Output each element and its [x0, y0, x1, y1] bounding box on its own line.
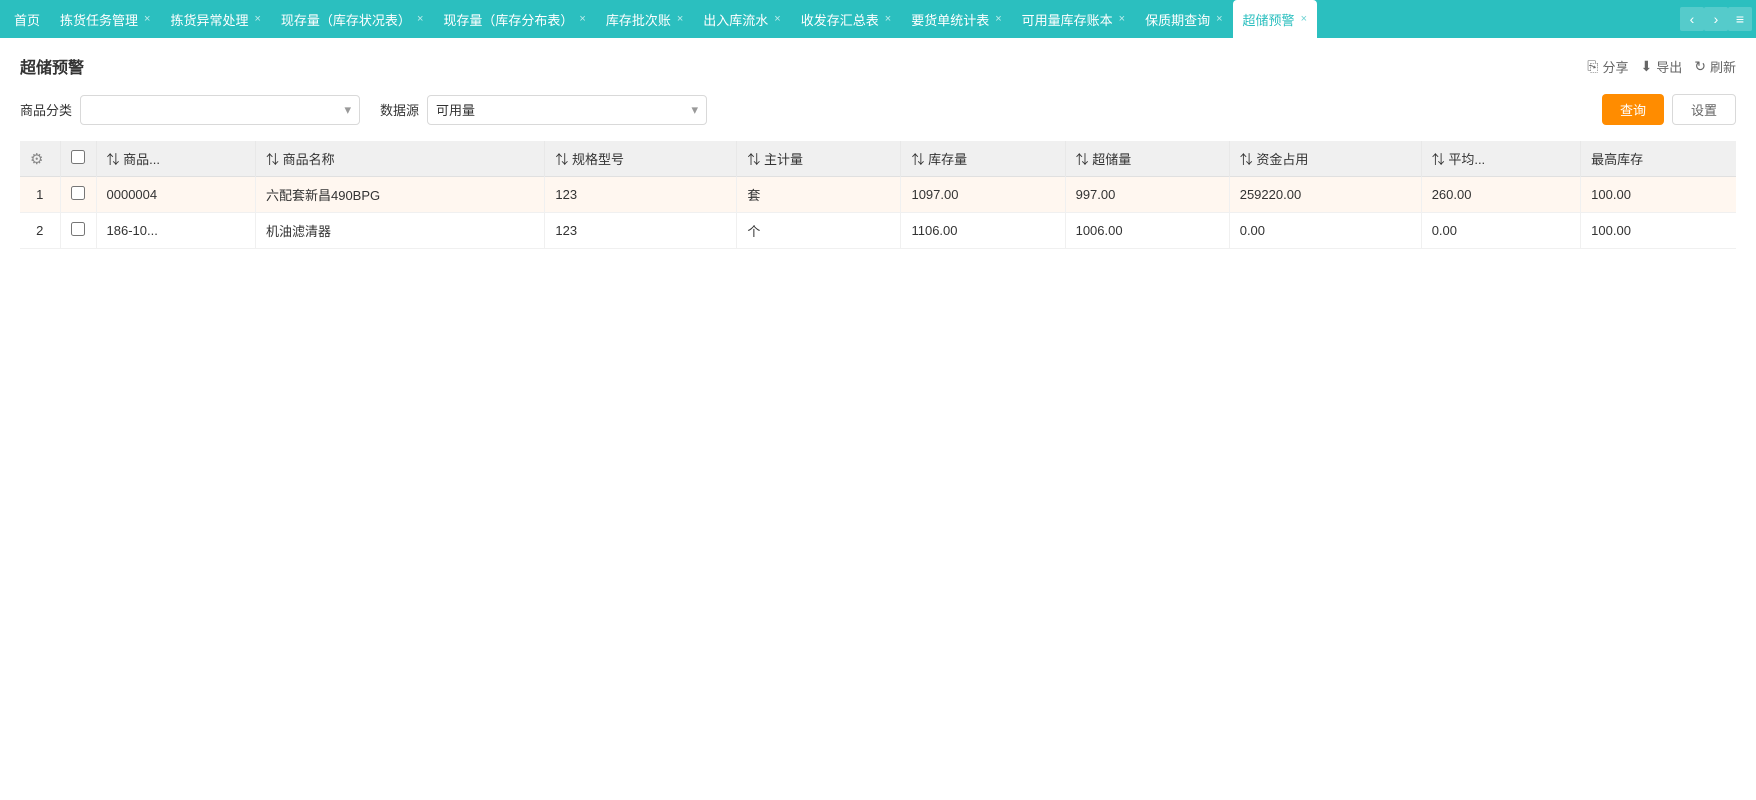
product-code-cell: 0000004: [96, 177, 255, 213]
col-max-stock-header[interactable]: 最高库存: [1581, 141, 1736, 177]
data-source-label: 数据源: [380, 100, 419, 119]
query-button[interactable]: 查询: [1602, 94, 1664, 125]
data-source-select[interactable]: 可用量 ▾: [427, 95, 707, 125]
max-stock-cell: 100.00: [1581, 213, 1736, 249]
row-index: 2: [20, 213, 60, 249]
nav-item-collect-send[interactable]: 收发存汇总表 ×: [791, 0, 901, 38]
main-content: 超储预警 ⎘ 分享 ⬇ 导出 ↻ 刷新 商品分类 ▾ 数据源: [0, 38, 1756, 800]
col-spec-header[interactable]: ⇅ 规格型号: [545, 141, 737, 177]
col-checkbox-header[interactable]: [60, 141, 96, 177]
filter-row: 商品分类 ▾ 数据源 可用量 ▾ 查询 设置: [20, 94, 1736, 125]
export-icon: ⬇: [1641, 58, 1653, 75]
spec-cell: 123: [545, 213, 737, 249]
nav-item-overstock-warning[interactable]: 超储预警 ×: [1233, 0, 1317, 38]
col-overstock-header[interactable]: ⇅ 超储量: [1065, 141, 1229, 177]
table-row: 1 0000004 六配套新昌490BPG 123 套 1097.00 997.…: [20, 177, 1736, 213]
select-all-checkbox[interactable]: [71, 150, 85, 164]
close-icon[interactable]: ×: [144, 13, 150, 25]
capital-cell: 0.00: [1229, 213, 1421, 249]
close-icon[interactable]: ×: [1216, 13, 1222, 25]
nav-item-batch[interactable]: 库存批次账 ×: [596, 0, 693, 38]
table-row: 2 186-10... 机油滤清器 123 个 1106.00 1006.00 …: [20, 213, 1736, 249]
chevron-down-icon: ▾: [344, 102, 351, 118]
refresh-button[interactable]: ↻ 刷新: [1694, 57, 1736, 76]
row-checkbox-cell[interactable]: [60, 213, 96, 249]
data-table: ⚙ ⇅ 商品... ⇅ 商品名称 ⇅ 规格型号 ⇅: [20, 141, 1736, 249]
close-icon[interactable]: ×: [774, 13, 780, 25]
export-button[interactable]: ⬇ 导出: [1641, 57, 1683, 76]
nav-item-quality-check[interactable]: 保质期查询 ×: [1135, 0, 1232, 38]
nav-item-inventory-dist[interactable]: 现存量（库存分布表） ×: [433, 0, 595, 38]
page-title: 超储预警: [20, 54, 84, 78]
spec-cell: 123: [545, 177, 737, 213]
nav-item-home[interactable]: 首页: [4, 0, 50, 38]
page-header: 超储预警 ⎘ 分享 ⬇ 导出 ↻ 刷新: [20, 54, 1736, 78]
nav-more-button[interactable]: ≡: [1728, 7, 1752, 31]
row-index: 1: [20, 177, 60, 213]
close-icon[interactable]: ×: [1301, 13, 1307, 25]
close-icon[interactable]: ×: [677, 13, 683, 25]
col-stock-header[interactable]: ⇅ 库存量: [901, 141, 1065, 177]
row-checkbox[interactable]: [71, 222, 85, 236]
filter-actions: 查询 设置: [1602, 94, 1736, 125]
close-icon[interactable]: ×: [995, 13, 1001, 25]
data-source-filter: 数据源 可用量 ▾: [380, 95, 707, 125]
product-name-cell: 机油滤清器: [255, 213, 544, 249]
col-setting-header[interactable]: ⚙: [20, 141, 60, 177]
product-category-select[interactable]: ▾: [80, 95, 360, 125]
capital-cell: 259220.00: [1229, 177, 1421, 213]
data-source-value: 可用量: [436, 100, 475, 119]
nav-item-inout-flow[interactable]: 出入库流水 ×: [693, 0, 790, 38]
nav-item-task-mgmt[interactable]: 拣货任务管理 ×: [50, 0, 160, 38]
product-category-label: 商品分类: [20, 100, 72, 119]
share-button[interactable]: ⎘ 分享: [1587, 57, 1628, 76]
close-icon[interactable]: ×: [254, 13, 260, 25]
max-stock-cell: 100.00: [1581, 177, 1736, 213]
col-product-code-header[interactable]: ⇅ 商品...: [96, 141, 255, 177]
unit-cell: 套: [737, 177, 901, 213]
chevron-down-icon: ▾: [692, 102, 699, 118]
refresh-icon: ↻: [1694, 58, 1706, 75]
product-category-filter: 商品分类 ▾: [20, 95, 360, 125]
avg-cell: 260.00: [1421, 177, 1580, 213]
col-avg-header[interactable]: ⇅ 平均...: [1421, 141, 1580, 177]
share-icon: ⎘: [1587, 58, 1598, 75]
stock-cell: 1106.00: [901, 213, 1065, 249]
overstock-cell: 997.00: [1065, 177, 1229, 213]
nav-next-button[interactable]: ›: [1704, 7, 1728, 31]
nav-item-abnormal[interactable]: 拣货异常处理 ×: [160, 0, 270, 38]
nav-prev-button[interactable]: ‹: [1680, 7, 1704, 31]
col-product-name-header[interactable]: ⇅ 商品名称: [255, 141, 544, 177]
close-icon[interactable]: ×: [579, 13, 585, 25]
settings-button[interactable]: 设置: [1672, 94, 1736, 125]
table-header-row: ⚙ ⇅ 商品... ⇅ 商品名称 ⇅ 规格型号 ⇅: [20, 141, 1736, 177]
close-icon[interactable]: ×: [885, 13, 891, 25]
overstock-cell: 1006.00: [1065, 213, 1229, 249]
col-capital-header[interactable]: ⇅ 资金占用: [1229, 141, 1421, 177]
gear-icon[interactable]: ⚙: [30, 151, 43, 168]
row-checkbox-cell[interactable]: [60, 177, 96, 213]
product-code-cell: 186-10...: [96, 213, 255, 249]
stock-cell: 1097.00: [901, 177, 1065, 213]
nav-arrows: ‹ › ≡: [1680, 7, 1752, 31]
topbar: 首页 拣货任务管理 × 拣货异常处理 × 现存量（库存状况表） × 现存量（库存…: [0, 0, 1756, 38]
col-unit-header[interactable]: ⇅ 主计量: [737, 141, 901, 177]
header-actions: ⎘ 分享 ⬇ 导出 ↻ 刷新: [1587, 57, 1736, 76]
product-name-cell: 六配套新昌490BPG: [255, 177, 544, 213]
nav-item-inventory-status[interactable]: 现存量（库存状况表） ×: [271, 0, 433, 38]
row-checkbox[interactable]: [71, 186, 85, 200]
avg-cell: 0.00: [1421, 213, 1580, 249]
close-icon[interactable]: ×: [417, 13, 423, 25]
nav-item-available-account[interactable]: 可用量库存账本 ×: [1012, 0, 1135, 38]
close-icon[interactable]: ×: [1119, 13, 1125, 25]
unit-cell: 个: [737, 213, 901, 249]
nav-item-requisition[interactable]: 要货单统计表 ×: [901, 0, 1011, 38]
